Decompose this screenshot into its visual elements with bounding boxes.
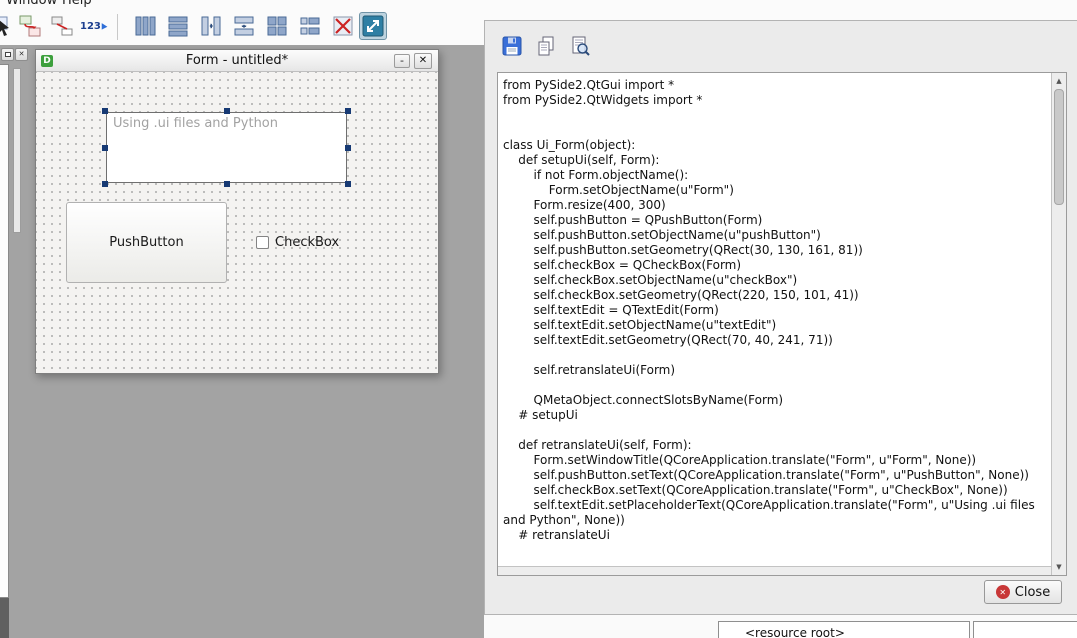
checkbox-indicator[interactable]: [256, 236, 269, 249]
save-icon[interactable]: [499, 33, 525, 59]
code-line: self.checkBox.setText(QCoreApplication.t…: [503, 483, 1048, 498]
edit-tab-order-icon[interactable]: 123: [80, 12, 108, 40]
dock-float-icon[interactable]: [1, 48, 14, 61]
form-editor-window: D Form - untitled* - ✕ Using .ui files a…: [35, 49, 439, 374]
copy-icon[interactable]: [533, 33, 559, 59]
form-window-titlebar[interactable]: D Form - untitled* - ✕: [36, 50, 438, 72]
code-line: [503, 378, 1048, 393]
float-glyph-icon: [5, 52, 11, 57]
dock-scrollbar[interactable]: [13, 68, 21, 233]
pushbutton-widget[interactable]: PushButton: [66, 202, 227, 283]
edit-widgets-icon[interactable]: [0, 12, 16, 40]
dock-close-icon[interactable]: ✕: [15, 48, 28, 61]
code-line: self.checkBox = QCheckBox(Form): [503, 258, 1048, 273]
checkbox-widget[interactable]: CheckBox: [256, 222, 357, 263]
code-line: # setupUi: [503, 408, 1048, 423]
scrollbar-thumb[interactable]: [1054, 89, 1064, 205]
code-lines: from PySide2.QtGui import *from PySide2.…: [498, 73, 1050, 566]
code-line: self.pushButton.setObjectName(u"pushButt…: [503, 228, 1048, 243]
layout-horizontally-icon[interactable]: [131, 12, 159, 40]
code-view[interactable]: from PySide2.QtGui import *from PySide2.…: [497, 72, 1067, 576]
dock-corner: [0, 598, 9, 638]
code-line: self.retranslateUi(Form): [503, 363, 1048, 378]
code-line: def setupUi(self, Form):: [503, 153, 1048, 168]
selection-handle[interactable]: [345, 145, 351, 151]
resource-root-label: <resource root>: [745, 626, 845, 638]
code-line: self.pushButton.setText(QCoreApplication…: [503, 468, 1048, 483]
code-line: class Ui_Form(object):: [503, 138, 1048, 153]
code-line: self.pushButton.setGeometry(QRect(30, 13…: [503, 243, 1048, 258]
tab-order-label: 123: [80, 21, 101, 32]
find-icon[interactable]: [567, 33, 593, 59]
selection-handle[interactable]: [102, 108, 108, 114]
code-line: Form.setWindowTitle(QCoreApplication.tra…: [503, 453, 1048, 468]
menubar: Window Help: [0, 0, 1077, 10]
dock-close-x: ✕: [19, 51, 25, 58]
code-line: and Python", None)): [503, 513, 1048, 528]
horizontal-scrollbar[interactable]: [498, 566, 1051, 575]
code-line: Form.setObjectName(u"Form"): [503, 183, 1048, 198]
selection-handle[interactable]: [345, 108, 351, 114]
code-line: self.checkBox.setObjectName(u"checkBox"): [503, 273, 1048, 288]
close-circle-icon: ✕: [996, 585, 1010, 599]
code-line: from PySide2.QtGui import *: [503, 78, 1048, 93]
layout-horizontal-splitter-icon[interactable]: [197, 12, 225, 40]
form-window-title: Form - untitled*: [36, 53, 438, 68]
toolbar-separator: [117, 14, 118, 40]
form-canvas[interactable]: Using .ui files and Python PushButton Ch…: [36, 72, 438, 373]
code-line: self.checkBox.setGeometry(QRect(220, 150…: [503, 288, 1048, 303]
code-line: [503, 423, 1048, 438]
code-line: Form.resize(400, 300): [503, 198, 1048, 213]
bottom-panel: <resource root>: [484, 615, 1077, 638]
form-window-icon: D: [41, 55, 53, 67]
code-line: self.textEdit.setPlaceholderText(QCoreAp…: [503, 498, 1048, 513]
code-dialog-toolbar: [499, 33, 593, 63]
code-line: [503, 108, 1048, 123]
adjust-size-icon[interactable]: [359, 12, 387, 40]
scroll-down-icon[interactable]: ▼: [1052, 560, 1066, 574]
checkbox-label: CheckBox: [275, 235, 339, 250]
menu-window[interactable]: Window: [6, 0, 57, 8]
code-line: if not Form.objectName():: [503, 168, 1048, 183]
edit-buddies-icon[interactable]: [48, 12, 76, 40]
vertical-scrollbar[interactable]: ▲ ▼: [1051, 73, 1066, 575]
code-line: def retranslateUi(self, Form):: [503, 438, 1048, 453]
layout-in-form-icon[interactable]: [296, 12, 324, 40]
close-label: Close: [1015, 585, 1050, 600]
selection-handle[interactable]: [345, 181, 351, 187]
resource-panel-fragment: [973, 621, 1077, 638]
dialog-close-button[interactable]: ✕ Close: [984, 580, 1062, 604]
code-preview-dialog: from PySide2.QtGui import *from PySide2.…: [484, 20, 1077, 615]
break-layout-icon[interactable]: [329, 12, 357, 40]
code-line: self.textEdit.setObjectName(u"textEdit"): [503, 318, 1048, 333]
code-line: self.textEdit.setGeometry(QRect(70, 40, …: [503, 333, 1048, 348]
scroll-up-icon[interactable]: ▲: [1052, 74, 1066, 88]
selection-handle[interactable]: [224, 181, 230, 187]
window-close-button[interactable]: ✕: [414, 53, 432, 69]
code-line: self.pushButton = QPushButton(Form): [503, 213, 1048, 228]
minimize-button[interactable]: -: [394, 54, 410, 68]
code-line: [503, 348, 1048, 363]
layout-in-grid-icon[interactable]: [263, 12, 291, 40]
selection-handle[interactable]: [224, 108, 230, 114]
code-line: self.textEdit = QTextEdit(Form): [503, 303, 1048, 318]
collapsed-dock-panel: [0, 64, 9, 598]
code-line: # retranslateUi: [503, 528, 1048, 543]
layout-vertically-icon[interactable]: [164, 12, 192, 40]
selection-handle[interactable]: [102, 181, 108, 187]
code-line: QMetaObject.connectSlotsByName(Form): [503, 393, 1048, 408]
mdi-area: ✕ D Form - untitled* - ✕ Using .ui files…: [0, 45, 484, 638]
selection-handle[interactable]: [102, 145, 108, 151]
qt-designer-screen: Window Help 123: [0, 0, 1077, 638]
textedit-widget[interactable]: Using .ui files and Python: [106, 112, 347, 183]
edit-signals-slots-icon[interactable]: [16, 12, 44, 40]
menu-help[interactable]: Help: [62, 0, 92, 8]
layout-vertical-splitter-icon[interactable]: [230, 12, 258, 40]
code-line: [503, 123, 1048, 138]
resource-root-item[interactable]: <resource root>: [718, 621, 970, 638]
textedit-placeholder: Using .ui files and Python: [107, 113, 346, 134]
code-line: from PySide2.QtWidgets import *: [503, 93, 1048, 108]
